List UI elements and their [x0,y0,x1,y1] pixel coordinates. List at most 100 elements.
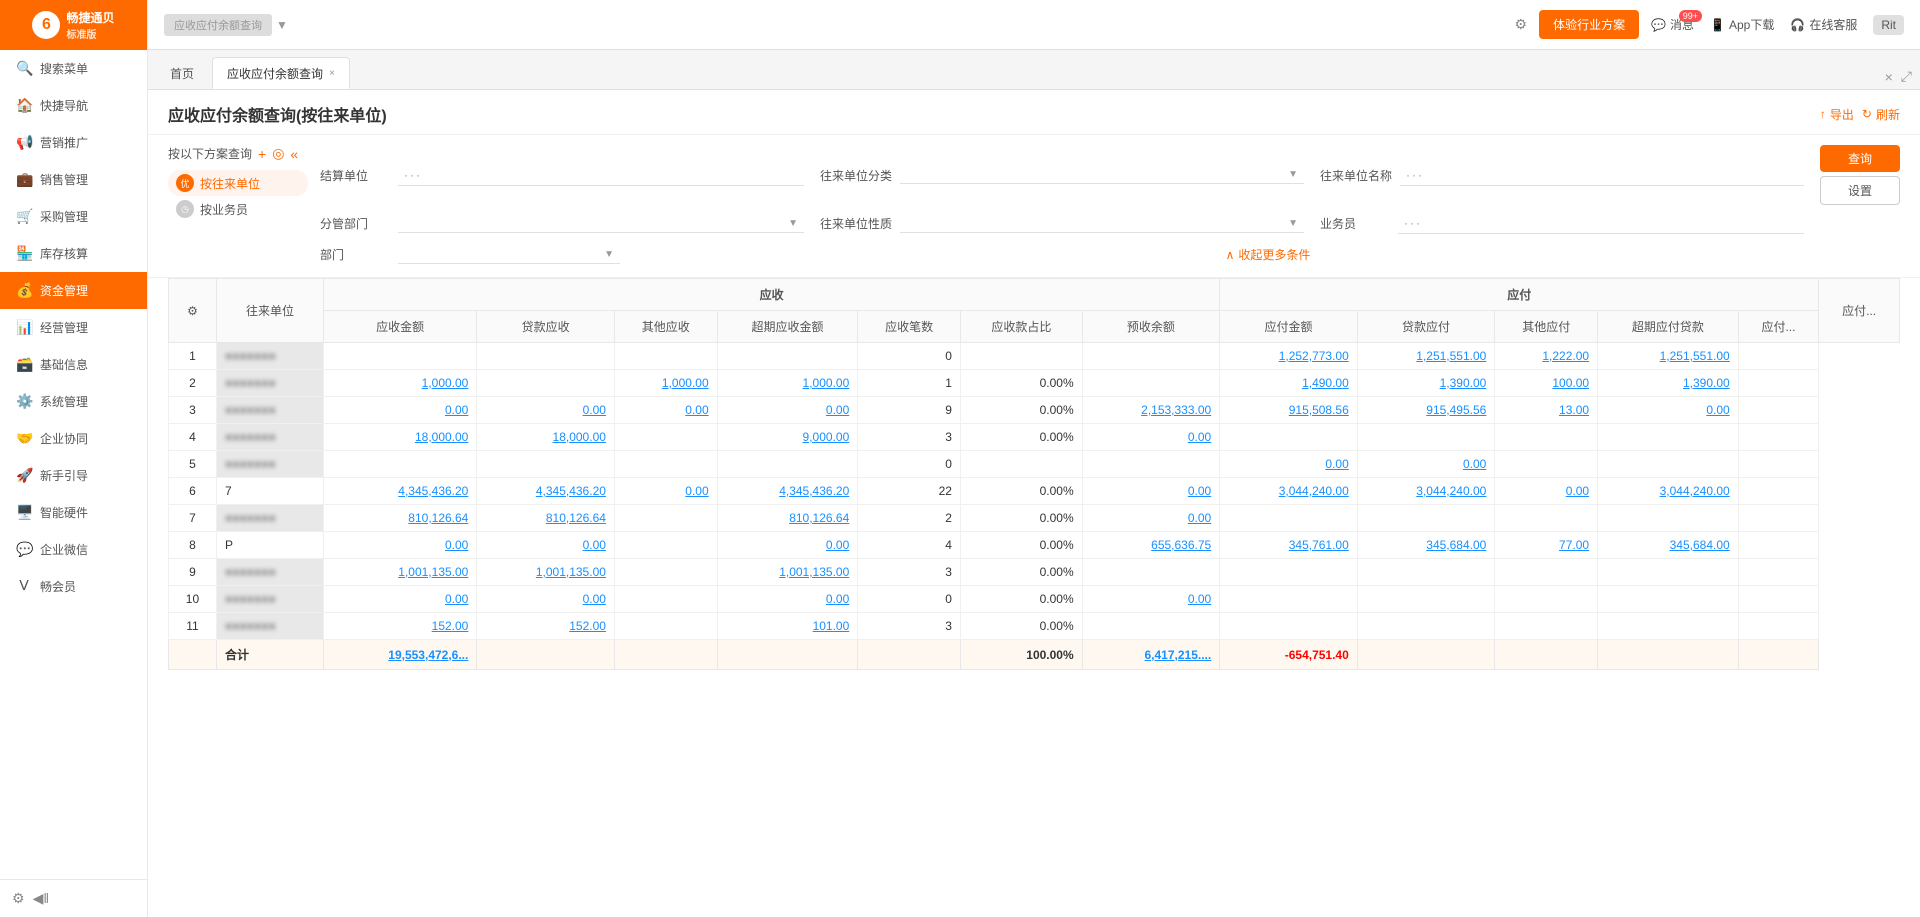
tab-bar: 首页 应收应付余额查询 × × ⤢ [148,50,1920,90]
export-icon: ↑ [1820,107,1826,121]
table-row: 11■■■■■■■152.00152.00101.0030.00% [169,613,1900,640]
unit-category-input[interactable]: ▼ [900,166,1304,184]
table-row: 8P0.000.000.0040.00%655,636.75345,761.00… [169,532,1900,559]
collab-icon: 🤝 [16,430,32,447]
footer-label: 合计 [216,640,323,670]
salesperson-input[interactable]: ··· [1398,213,1804,234]
user-avatar[interactable]: Rit [1873,15,1904,35]
th-ap-overdue: 超期应付贷款 [1598,311,1739,343]
member-icon: Ⅴ [16,578,32,595]
sidebar-item-finance[interactable]: 💰 资金管理 [0,272,147,309]
settlement-unit-input[interactable]: ··· [398,165,804,186]
export-button[interactable]: ↑ 导出 [1820,106,1854,123]
query-button[interactable]: 查询 [1820,145,1900,172]
th-ar-count: 应收笔数 [858,311,961,343]
th-ar-prepay: 预收余额 [1082,311,1220,343]
sidebar-item-inventory[interactable]: 🏪 库存核算 [0,235,147,272]
sidebar: 6 畅捷通贝 标准版 🔍 搜索菜单 🏠 快捷导航 📢 营销推广 💼 销售管理 🛒… [0,0,148,917]
sidebar-item-search[interactable]: 🔍 搜索菜单 [0,50,147,87]
th-ap-amount: 应付金额 [1220,311,1358,343]
data-table: ⚙ 往来单位 应收 应付 应付... 应收金额 贷款应收 其他应收 超期应收金额… [168,278,1900,670]
scheme-item-company[interactable]: 优 按往来单位 [168,170,308,196]
chevron-down-icon: ▼ [1288,169,1298,180]
guide-icon: 🚀 [16,467,32,484]
filter-scheme-header: 按以下方案查询 + ◎ « [168,145,308,162]
th-ar-overdue: 超期应收金额 [717,311,858,343]
sidebar-item-guide[interactable]: 🚀 新手引导 [0,457,147,494]
filter-row-1: 结算单位 ··· 往来单位分类 ▼ 往来单位名称 [320,145,1900,205]
table-row: 10■■■■■■■0.000.000.0000.00%0.00 [169,586,1900,613]
tab-home[interactable]: 首页 [156,57,208,89]
sidebar-item-basicinfo[interactable]: 🗃️ 基础信息 [0,346,147,383]
collapse-scheme-icon[interactable]: « [290,146,298,162]
scheme-item-staff[interactable]: ◷ 按业务员 [168,196,308,222]
sidebar-item-operation[interactable]: 📊 经营管理 [0,309,147,346]
logo-icon: 6 [32,11,60,39]
operation-icon: 📊 [16,319,32,336]
sidebar-item-member[interactable]: Ⅴ 畅会员 [0,568,147,605]
footer-ar-ratio: 100.00% [960,640,1082,670]
filter-field-dept: 部门 ▼ [320,246,620,264]
header-gear-icon[interactable]: ⚙ [1515,16,1528,33]
th-group-ar: 应收 [323,279,1219,311]
dept-input[interactable]: ▼ [398,246,620,264]
collapse-sidebar-icon[interactable]: ◀‖ [33,890,50,907]
tab-close-icon[interactable]: × [329,68,335,79]
sidebar-item-sales[interactable]: 💼 销售管理 [0,161,147,198]
settings-bottom-icon[interactable]: ⚙ [12,890,25,907]
footer-ar-amount[interactable]: 19,553,472,6... [323,640,476,670]
hardware-icon: 🖥️ [16,504,32,521]
sidebar-item-collab[interactable]: 🤝 企业协同 [0,420,147,457]
breadcrumb: 应收应付余额查询 ▼ [164,14,1503,36]
logo-text: 畅捷通贝 标准版 [66,9,114,41]
add-scheme-icon[interactable]: + [258,146,266,162]
promo-button[interactable]: 体验行业方案 [1539,10,1639,39]
page-header: 应收应付余额查询(按往来单位) ↑ 导出 ↻ 刷新 [148,90,1920,135]
table-row: 2■■■■■■■1,000.001,000.001,000.0010.00%1,… [169,370,1900,397]
refresh-button[interactable]: ↻ 刷新 [1862,106,1900,123]
tab-ar-query[interactable]: 应收应付余额查询 × [212,57,350,89]
edit-scheme-icon[interactable]: ◎ [272,145,284,162]
unit-nature-input[interactable]: ▼ [900,215,1304,233]
table-settings-header[interactable]: ⚙ [169,279,217,343]
collapse-filter-button[interactable]: ∧ 收起更多条件 [1222,242,1315,267]
sidebar-item-wechat[interactable]: 💬 企业微信 [0,531,147,568]
refresh-icon: ↻ [1862,107,1872,121]
filter-area: 按以下方案查询 + ◎ « 优 按往来单位 ◷ 按业务员 [148,135,1920,278]
page-actions: ↑ 导出 ↻ 刷新 [1820,106,1900,123]
th-company: 往来单位 [216,279,323,343]
sidebar-item-hardware[interactable]: 🖥️ 智能硬件 [0,494,147,531]
dept-charge-input[interactable]: ▼ [398,215,804,233]
th-ar-amount: 应收金额 [323,311,476,343]
table-row: 5■■■■■■■00.000.00 [169,451,1900,478]
message-badge: 99+ [1679,10,1702,22]
header-right: 💬 消息 99+ 📱 App下载 🎧 在线客服 Rit [1651,15,1904,35]
scheme-icon-staff: ◷ [176,200,194,218]
purchase-icon: 🛒 [16,208,32,225]
chevron-down-icon-4: ▼ [604,249,614,260]
sidebar-item-purchase[interactable]: 🛒 采购管理 [0,198,147,235]
th-ap-more: 应付... [1819,279,1900,343]
filter-field-dept-charge: 分管部门 ▼ [320,215,804,233]
sidebar-item-quicknav[interactable]: 🏠 快捷导航 [0,87,147,124]
message-button[interactable]: 💬 消息 99+ [1651,16,1694,33]
sidebar-item-marketing[interactable]: 📢 营销推广 [0,124,147,161]
message-icon: 💬 [1651,18,1666,32]
chevron-down-icon-3: ▼ [1288,218,1298,229]
app-download-button[interactable]: 📱 App下载 [1710,16,1774,33]
wechat-icon: 💬 [16,541,32,558]
online-service-button[interactable]: 🎧 在线客服 [1790,16,1857,33]
tab-window-controls: × ⤢ [1885,68,1912,89]
filter-scheme-panel: 按以下方案查询 + ◎ « 优 按往来单位 ◷ 按业务员 [168,145,308,267]
th-ar-loan: 贷款应收 [477,311,615,343]
home-icon: 🏠 [16,97,32,114]
sidebar-logo: 6 畅捷通贝 标准版 [0,0,147,50]
footer-ar-prepay[interactable]: 6,417,215.... [1082,640,1220,670]
window-expand-icon[interactable]: ⤢ [1901,68,1912,85]
window-close-icon[interactable]: × [1885,69,1893,85]
settings-button[interactable]: 设置 [1820,176,1900,205]
unit-name-input[interactable]: ··· [1400,165,1804,186]
breadcrumb-dropdown-icon[interactable]: ▼ [276,18,288,32]
sales-icon: 💼 [16,171,32,188]
sidebar-item-system[interactable]: ⚙️ 系统管理 [0,383,147,420]
